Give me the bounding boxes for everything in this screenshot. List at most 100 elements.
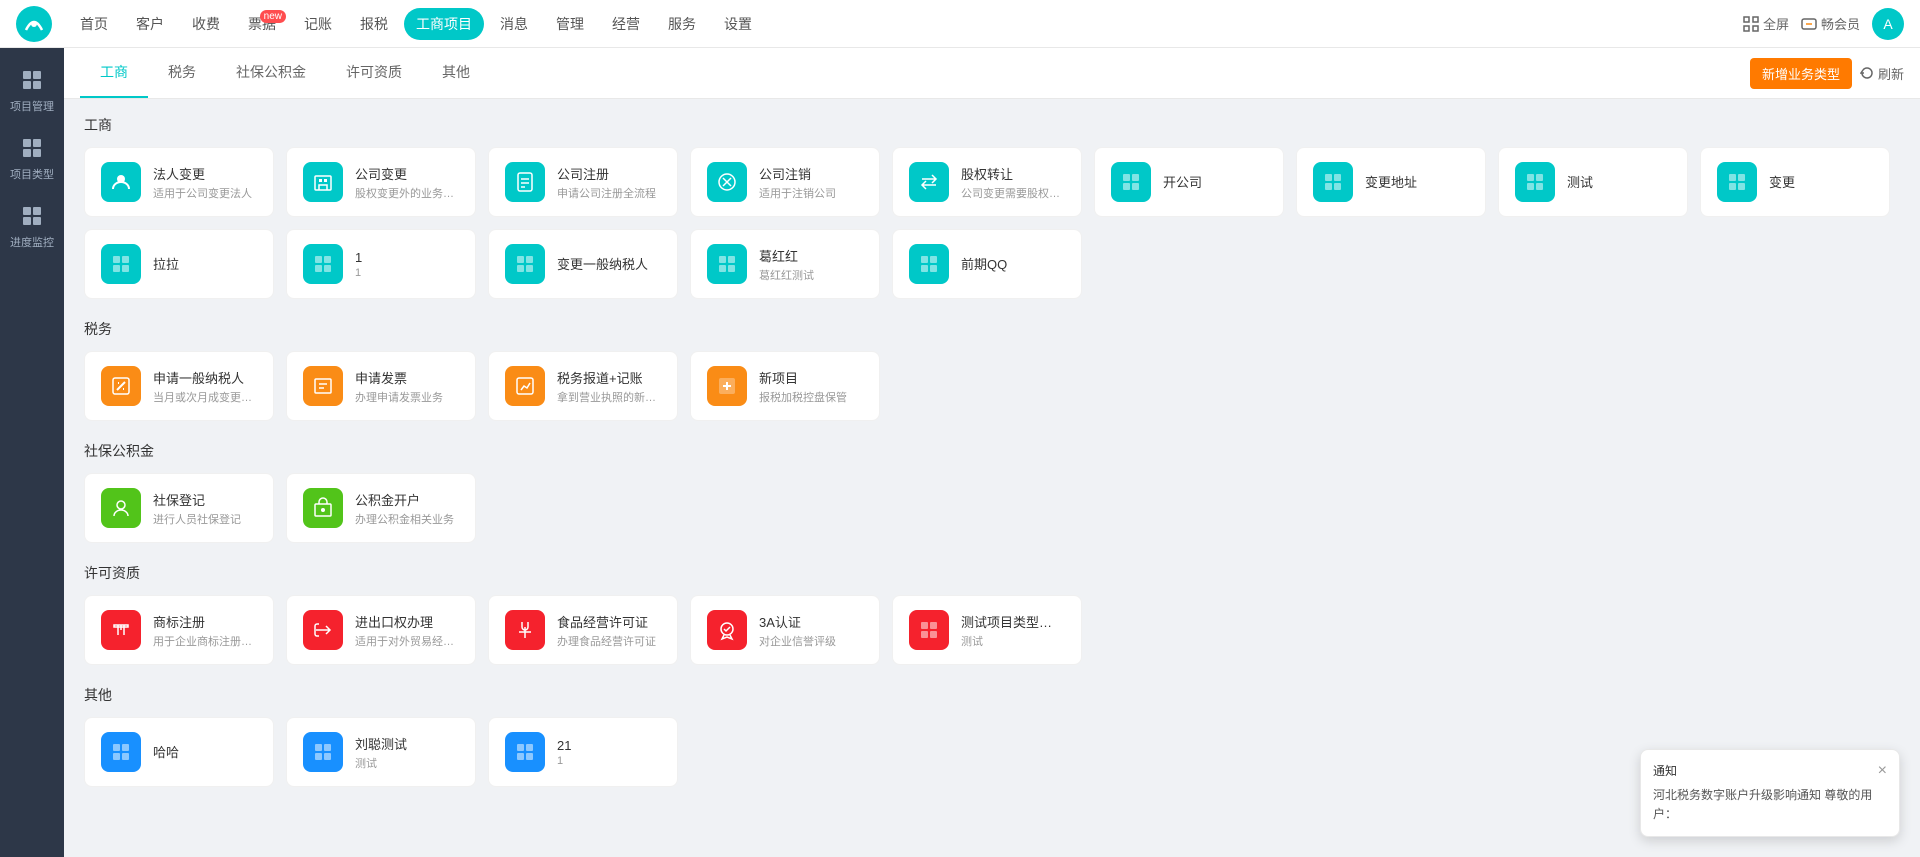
sidebar-item-label: 进度监控 [10,234,54,250]
card-食品经营许可证[interactable]: 食品经营许可证办理食品经营许可证 [488,595,678,665]
card-name: 申请一般纳税人 [153,368,257,387]
chart-icon [18,202,46,230]
nav-item-设置[interactable]: 设置 [712,8,764,40]
nav-item-收费[interactable]: 收费 [180,8,232,40]
nav-item-管理[interactable]: 管理 [544,8,596,40]
sidebar-item-项目类型[interactable]: 项目类型 [0,124,64,192]
notification-header: 通知 × [1653,762,1887,780]
card-进出口权办理[interactable]: 进出口权办理适用于对外贸易经营者 [286,595,476,665]
card-name: 食品经营许可证 [557,612,661,631]
cards-grid: 商标注册用于企业商标注册服务进出口权办理适用于对外贸易经营者食品经营许可证办理食… [84,595,1900,665]
nav-item-服务[interactable]: 服务 [656,8,708,40]
card-info: 211 [557,738,661,767]
section-title: 其他 [84,685,1900,705]
card-name: 商标注册 [153,612,257,631]
card-desc: 葛红红测试 [759,267,863,283]
nav-item-经营[interactable]: 经营 [600,8,652,40]
card-name: 测试 [1567,172,1671,191]
nav-item-报税[interactable]: 报税 [348,8,400,40]
tab-许可资质[interactable]: 许可资质 [326,48,422,98]
grid-icon [1111,162,1151,202]
card-21[interactable]: 211 [488,717,678,787]
avatar[interactable]: A [1872,8,1904,40]
card-desc: 1 [557,755,661,767]
card-公司注销[interactable]: 公司注销适用于注销公司 [690,147,880,217]
card-葛红红[interactable]: 葛红红葛红红测试 [690,229,880,299]
tab-税务[interactable]: 税务 [148,48,216,98]
tab-社保公积金[interactable]: 社保公积金 [216,48,326,98]
card-desc: 1 [355,267,459,279]
card-刘聪测试[interactable]: 刘聪测试测试 [286,717,476,787]
card-拉拉[interactable]: 拉拉 [84,229,274,299]
invoice-icon [303,366,343,406]
card-公司注册[interactable]: 公司注册申请公司注册全流程 [488,147,678,217]
section-许可资质: 许可资质商标注册用于企业商标注册服务进出口权办理适用于对外贸易经营者食品经营许可… [84,563,1900,665]
card-申请一般纳税人[interactable]: 申请一般纳税人当月或次月成变更完成 [84,351,274,421]
nav-item-工商项目[interactable]: 工商项目 [404,8,484,40]
nav-item-记账[interactable]: 记账 [292,8,344,40]
card-info: 股权转让公司变更需要股权转让 [961,164,1065,201]
card-哈哈[interactable]: 哈哈 [84,717,274,787]
section-税务: 税务申请一般纳税人当月或次月成变更完成申请发票办理申请发票业务税务报道+记账拿到… [84,319,1900,421]
card-desc: 适用于公司变更法人 [153,185,257,201]
section-title: 税务 [84,319,1900,339]
cards-grid: 法人变更适用于公司变更法人公司变更股权变更外的业务变更公司注册申请公司注册全流程… [84,147,1900,299]
new-type-button[interactable]: 新增业务类型 [1750,58,1852,89]
card-开公司[interactable]: 开公司 [1094,147,1284,217]
card-1[interactable]: 11 [286,229,476,299]
card-前期QQ[interactable]: 前期QQ [892,229,1082,299]
grid-icon [505,732,545,772]
card-info: 开公司 [1163,172,1267,193]
close-icon[interactable]: × [1878,762,1887,780]
card-name: 新项目 [759,368,863,387]
member-btn[interactable]: 畅会员 [1801,14,1860,33]
card-社保登记[interactable]: 社保登记进行人员社保登记 [84,473,274,543]
card-3A认证[interactable]: 3A认证对企业信誉评级 [690,595,880,665]
card-测试项目类型目定义[interactable]: 测试项目类型目定义测试 [892,595,1082,665]
section-工商: 工商法人变更适用于公司变更法人公司变更股权变更外的业务变更公司注册申请公司注册全… [84,115,1900,299]
card-desc: 对企业信誉评级 [759,633,863,649]
card-法人变更[interactable]: 法人变更适用于公司变更法人 [84,147,274,217]
grid-icon [303,244,343,284]
building-icon [303,162,343,202]
card-新项目[interactable]: 新项目报税加税控盘保管 [690,351,880,421]
grid-icon [1717,162,1757,202]
card-变更[interactable]: 变更 [1700,147,1890,217]
main-layout: 项目管理项目类型进度监控 工商税务社保公积金许可资质其他 新增业务类型 刷新 工… [0,48,1920,857]
card-商标注册[interactable]: 商标注册用于企业商标注册服务 [84,595,274,665]
sidebar-item-label: 项目管理 [10,98,54,114]
card-info: 3A认证对企业信誉评级 [759,612,863,649]
card-desc: 拿到营业执照的新公司 [557,389,661,405]
nav-item-票据[interactable]: 票据new [236,8,288,40]
card-股权转让[interactable]: 股权转让公司变更需要股权转让 [892,147,1082,217]
grid-icon [505,244,545,284]
card-name: 变更一般纳税人 [557,254,661,273]
card-desc: 当月或次月成变更完成 [153,389,257,405]
card-desc: 报税加税控盘保管 [759,389,863,405]
nav-item-消息[interactable]: 消息 [488,8,540,40]
card-公积金开户[interactable]: 公积金开户办理公积金相关业务 [286,473,476,543]
card-name: 哈哈 [153,742,257,761]
card-name: 进出口权办理 [355,612,459,631]
card-info: 公司注销适用于注销公司 [759,164,863,201]
tab-工商[interactable]: 工商 [80,48,148,98]
card-变更一般纳税人[interactable]: 变更一般纳税人 [488,229,678,299]
card-info: 社保登记进行人员社保登记 [153,490,257,527]
card-税务报道+记账[interactable]: 税务报道+记账拿到营业执照的新公司 [488,351,678,421]
refresh-button[interactable]: 刷新 [1860,64,1904,83]
card-测试[interactable]: 测试 [1498,147,1688,217]
nav-item-首页[interactable]: 首页 [68,8,120,40]
tab-其他[interactable]: 其他 [422,48,490,98]
sidebar-item-项目管理[interactable]: 项目管理 [0,56,64,124]
logo[interactable] [16,6,52,42]
nav-item-客户[interactable]: 客户 [124,8,176,40]
card-变更地址[interactable]: 变更地址 [1296,147,1486,217]
card-申请发票[interactable]: 申请发票办理申请发票业务 [286,351,476,421]
tabs-actions: 新增业务类型 刷新 [1750,58,1904,89]
sidebar-item-进度监控[interactable]: 进度监控 [0,192,64,260]
card-公司变更[interactable]: 公司变更股权变更外的业务变更 [286,147,476,217]
card-name: 测试项目类型目定义 [961,612,1065,631]
card-name: 社保登记 [153,490,257,509]
card-info: 前期QQ [961,254,1065,275]
fullscreen-btn[interactable]: 全屏 [1743,14,1789,33]
